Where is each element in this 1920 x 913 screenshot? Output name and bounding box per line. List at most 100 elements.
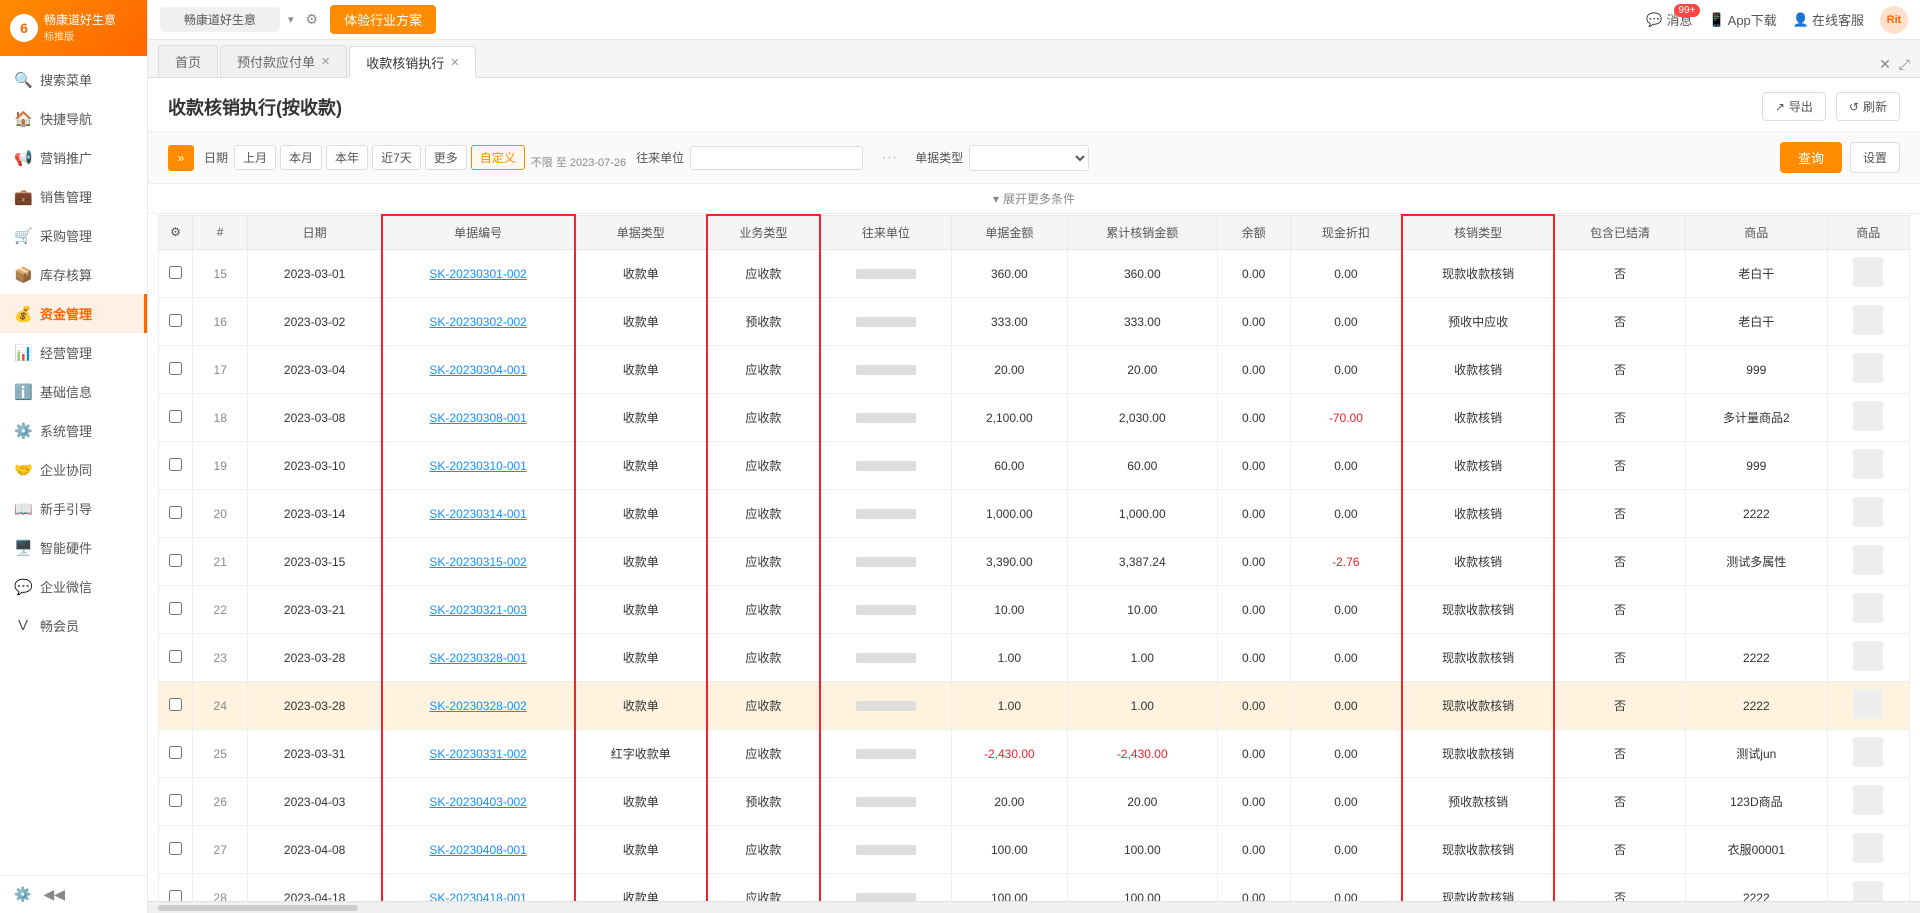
- voucher-no-link[interactable]: SK-20230302-002: [429, 315, 526, 329]
- cell-gear[interactable]: [159, 346, 193, 394]
- cell-voucher-no[interactable]: SK-20230302-002: [382, 298, 575, 346]
- date-btn-7days[interactable]: 近7天: [372, 145, 421, 170]
- cell-voucher-no[interactable]: SK-20230304-001: [382, 346, 575, 394]
- th-partner[interactable]: 往来单位: [820, 215, 952, 250]
- table-row[interactable]: 20 2023-03-14 SK-20230314-001 收款单 应收款 1,…: [159, 490, 1910, 538]
- table-row[interactable]: 23 2023-03-28 SK-20230328-001 收款单 应收款 1.…: [159, 634, 1910, 682]
- table-row[interactable]: 26 2023-04-03 SK-20230403-002 收款单 预收款 20…: [159, 778, 1910, 826]
- voucher-no-link[interactable]: SK-20230310-001: [429, 459, 526, 473]
- cell-gear[interactable]: [159, 682, 193, 730]
- table-row[interactable]: 28 2023-04-18 SK-20230418-001 收款单 应收款 10…: [159, 874, 1910, 902]
- table-row[interactable]: 22 2023-03-21 SK-20230321-003 收款单 应收款 10…: [159, 586, 1910, 634]
- tab-collection-close-icon[interactable]: ✕: [450, 56, 459, 69]
- tab-prepay[interactable]: 预付款应付单 ✕: [220, 45, 347, 77]
- date-btn-custom[interactable]: 自定义: [471, 145, 525, 170]
- th-amount[interactable]: 单据金额: [951, 215, 1067, 250]
- date-btn-this-month[interactable]: 本月: [280, 145, 322, 170]
- table-row[interactable]: 21 2023-03-15 SK-20230315-002 收款单 应收款 3,…: [159, 538, 1910, 586]
- voucher-no-link[interactable]: SK-20230301-002: [429, 267, 526, 281]
- export-button[interactable]: ↗ 导出: [1762, 92, 1826, 121]
- filter-settings-button[interactable]: 设置: [1850, 142, 1900, 173]
- cell-voucher-no[interactable]: SK-20230408-001: [382, 826, 575, 874]
- user-profile[interactable]: Rit: [1880, 6, 1908, 34]
- filter-expand-button[interactable]: »: [168, 145, 194, 171]
- sidebar-item-marketing[interactable]: 📢营销推广: [0, 138, 147, 177]
- sidebar-item-hardware[interactable]: 🖥️智能硬件: [0, 528, 147, 567]
- query-button[interactable]: 查询: [1780, 142, 1842, 173]
- date-btn-last-month[interactable]: 上月: [234, 145, 276, 170]
- th-voucher-type[interactable]: 单据类型: [575, 215, 707, 250]
- voucher-no-link[interactable]: SK-20230328-001: [429, 651, 526, 665]
- date-btn-this-year[interactable]: 本年: [326, 145, 368, 170]
- sidebar-item-inventory[interactable]: 📦库存核算: [0, 255, 147, 294]
- voucher-no-link[interactable]: SK-20230315-002: [429, 555, 526, 569]
- tab-close-all-icon[interactable]: ✕: [1879, 56, 1891, 73]
- th-date[interactable]: 日期: [248, 215, 382, 250]
- cell-gear[interactable]: [159, 586, 193, 634]
- sidebar-item-system[interactable]: ⚙️系统管理: [0, 411, 147, 450]
- tab-collection[interactable]: 收款核销执行 ✕: [349, 46, 476, 78]
- cell-voucher-no[interactable]: SK-20230403-002: [382, 778, 575, 826]
- date-btn-more[interactable]: 更多: [425, 145, 467, 170]
- voucher-no-link[interactable]: SK-20230314-001: [429, 507, 526, 521]
- sidebar-item-operations[interactable]: 📊经营管理: [0, 333, 147, 372]
- cell-gear[interactable]: [159, 874, 193, 902]
- cell-voucher-no[interactable]: SK-20230331-002: [382, 730, 575, 778]
- sidebar-item-quick[interactable]: 🏠快捷导航: [0, 99, 147, 138]
- th-balance[interactable]: 余额: [1217, 215, 1290, 250]
- cell-voucher-no[interactable]: SK-20230310-001: [382, 442, 575, 490]
- sidebar-item-sales[interactable]: 💼销售管理: [0, 177, 147, 216]
- th-voucher-no[interactable]: 单据编号: [382, 215, 575, 250]
- cell-gear[interactable]: [159, 778, 193, 826]
- industry-solution-button[interactable]: 体验行业方案: [330, 5, 436, 34]
- th-include-settled[interactable]: 包含已结清: [1554, 215, 1686, 250]
- cell-gear[interactable]: [159, 730, 193, 778]
- th-gear[interactable]: ⚙: [159, 215, 193, 250]
- voucher-no-link[interactable]: SK-20230308-001: [429, 411, 526, 425]
- sidebar-item-guide[interactable]: 📖新手引导: [0, 489, 147, 528]
- cell-voucher-no[interactable]: SK-20230418-001: [382, 874, 575, 902]
- table-row[interactable]: 24 2023-03-28 SK-20230328-002 收款单 应收款 1.…: [159, 682, 1910, 730]
- cell-voucher-no[interactable]: SK-20230315-002: [382, 538, 575, 586]
- voucher-no-link[interactable]: SK-20230331-002: [429, 747, 526, 761]
- th-cancel-type[interactable]: 核销类型: [1402, 215, 1554, 250]
- cell-voucher-no[interactable]: SK-20230301-002: [382, 250, 575, 298]
- cell-gear[interactable]: [159, 538, 193, 586]
- topbar-gear-icon[interactable]: ⚙: [302, 7, 323, 32]
- table-row[interactable]: 16 2023-03-02 SK-20230302-002 收款单 预收款 33…: [159, 298, 1910, 346]
- sidebar-item-purchase[interactable]: 🛒采购管理: [0, 216, 147, 255]
- sidebar-item-basics[interactable]: ℹ️基础信息: [0, 372, 147, 411]
- cell-voucher-no[interactable]: SK-20230321-003: [382, 586, 575, 634]
- app-download-link[interactable]: 📱 App下载: [1708, 10, 1776, 29]
- settings-icon[interactable]: ⚙️: [14, 886, 31, 903]
- table-row[interactable]: 15 2023-03-01 SK-20230301-002 收款单 应收款 36…: [159, 250, 1910, 298]
- voucher-no-link[interactable]: SK-20230328-002: [429, 699, 526, 713]
- refresh-button[interactable]: ↺ 刷新: [1836, 92, 1900, 121]
- cell-voucher-no[interactable]: SK-20230314-001: [382, 490, 575, 538]
- voucher-no-link[interactable]: SK-20230304-001: [429, 363, 526, 377]
- th-cumulative[interactable]: 累计核销金额: [1067, 215, 1217, 250]
- voucher-no-link[interactable]: SK-20230408-001: [429, 843, 526, 857]
- workspace-chevron-icon[interactable]: ▾: [288, 13, 294, 26]
- online-service-link[interactable]: 👤 在线客服: [1793, 10, 1864, 29]
- cell-gear[interactable]: [159, 394, 193, 442]
- cell-gear[interactable]: [159, 250, 193, 298]
- cell-voucher-no[interactable]: SK-20230328-001: [382, 634, 575, 682]
- th-product[interactable]: 商品: [1686, 215, 1828, 250]
- th-product2[interactable]: 商品: [1827, 215, 1909, 250]
- voucher-no-link[interactable]: SK-20230403-002: [429, 795, 526, 809]
- partner-search-input[interactable]: [690, 146, 863, 170]
- voucher-no-link[interactable]: SK-20230321-003: [429, 603, 526, 617]
- table-row[interactable]: 18 2023-03-08 SK-20230308-001 收款单 应收款 2,…: [159, 394, 1910, 442]
- expand-more-button[interactable]: ▾ 展开更多条件: [993, 190, 1075, 207]
- horizontal-scrollbar[interactable]: [158, 905, 358, 911]
- cell-gear[interactable]: [159, 490, 193, 538]
- cell-voucher-no[interactable]: SK-20230328-002: [382, 682, 575, 730]
- table-row[interactable]: 25 2023-03-31 SK-20230331-002 红字收款单 应收款 …: [159, 730, 1910, 778]
- tab-prepay-close-icon[interactable]: ✕: [321, 55, 330, 68]
- table-row[interactable]: 19 2023-03-10 SK-20230310-001 收款单 应收款 60…: [159, 442, 1910, 490]
- th-cash-discount[interactable]: 现金折扣: [1290, 215, 1402, 250]
- workspace-selector[interactable]: 畅康道好生意: [160, 7, 280, 32]
- sidebar-item-wechat[interactable]: 💬企业微信: [0, 567, 147, 606]
- messages-badge[interactable]: 💬 消息 99+: [1646, 10, 1692, 29]
